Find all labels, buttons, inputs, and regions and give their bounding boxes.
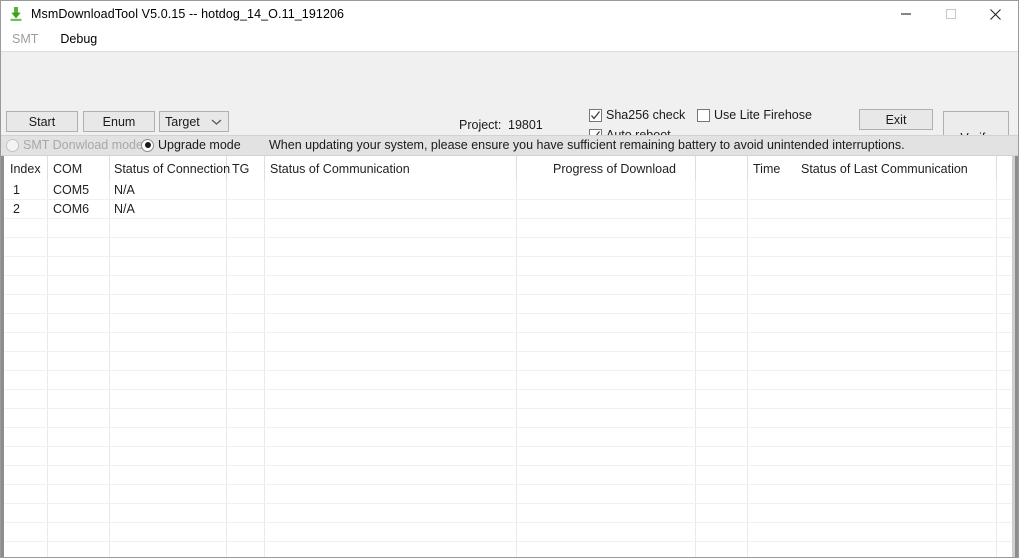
header-separator — [264, 156, 265, 181]
device-table-inner: Index COM Status of Connection TG Status… — [4, 156, 1015, 557]
table-row-empty[interactable] — [4, 219, 1015, 238]
mode-bar: SMT Donwload mode Upgrade mode When upda… — [1, 135, 1018, 156]
sha256-check-label: Sha256 check — [606, 108, 686, 122]
cell-status-connection: N/A — [114, 202, 135, 216]
maximize-icon — [945, 8, 956, 20]
column-header-tg[interactable]: TG — [232, 162, 249, 176]
header-separator — [47, 156, 48, 181]
table-row-empty[interactable] — [4, 504, 1015, 523]
table-row-empty[interactable] — [4, 485, 1015, 504]
table-row-empty[interactable] — [4, 333, 1015, 352]
smt-download-mode-radio: SMT Donwload mode — [6, 138, 143, 152]
upgrade-mode-radio[interactable]: Upgrade mode — [141, 138, 241, 152]
column-header-com[interactable]: COM — [53, 162, 82, 176]
header-separator — [747, 156, 748, 181]
column-header-time[interactable]: Time — [753, 162, 780, 176]
table-row-empty[interactable] — [4, 447, 1015, 466]
window-title: MsmDownloadTool V5.0.15 -- hotdog_14_O.1… — [31, 7, 345, 21]
table-row-empty[interactable] — [4, 371, 1015, 390]
upgrade-mode-label: Upgrade mode — [158, 138, 241, 152]
header-separator — [695, 156, 696, 181]
table-row-empty[interactable] — [4, 238, 1015, 257]
table-row[interactable]: 1 COM5 N/A — [4, 181, 1015, 200]
column-header-status-last-communication[interactable]: Status of Last Communication — [801, 162, 968, 176]
checkbox-box — [589, 108, 602, 122]
header-separator — [109, 156, 110, 181]
close-icon — [990, 8, 1001, 20]
project-label: Project: — [459, 118, 502, 132]
maximize-button[interactable] — [928, 1, 973, 27]
target-dropdown[interactable]: Target — [159, 111, 229, 132]
check-icon — [591, 110, 601, 120]
use-lite-firehose-checkbox[interactable]: Use Lite Firehose — [697, 108, 812, 122]
minimize-icon — [900, 13, 911, 15]
column-header-status-connection[interactable]: Status of Connection — [114, 162, 230, 176]
smt-download-mode-label: SMT Donwload mode — [23, 138, 143, 152]
toolbar: Start Enum Target Project: 19801 Sha256 … — [1, 52, 1018, 169]
chevron-down-icon — [211, 119, 222, 125]
title-bar: MsmDownloadTool V5.0.15 -- hotdog_14_O.1… — [1, 1, 1018, 27]
table-row-empty[interactable] — [4, 390, 1015, 409]
table-row-empty[interactable] — [4, 257, 1015, 276]
battery-notice: When updating your system, please ensure… — [269, 138, 905, 152]
table-row-empty[interactable] — [4, 523, 1015, 542]
cell-com: COM6 — [53, 202, 90, 216]
table-row-empty[interactable] — [4, 276, 1015, 295]
enum-button[interactable]: Enum — [83, 111, 155, 132]
cell-status-connection: N/A — [114, 183, 135, 197]
column-header-status-communication[interactable]: Status of Communication — [270, 162, 410, 176]
radio-circle — [141, 138, 154, 152]
download-arrow-icon — [10, 7, 22, 21]
sha256-check-checkbox[interactable]: Sha256 check — [589, 108, 685, 122]
column-header-index[interactable]: Index — [10, 162, 41, 176]
vertical-scrollbar[interactable] — [1012, 156, 1015, 557]
cell-index: 1 — [13, 183, 20, 197]
table-row-empty[interactable] — [4, 466, 1015, 485]
checkbox-box — [697, 108, 710, 122]
use-lite-firehose-label: Use Lite Firehose — [714, 108, 812, 122]
msm-download-tool-window: MsmDownloadTool V5.0.15 -- hotdog_14_O.1… — [0, 0, 1019, 558]
radio-circle — [6, 138, 19, 152]
table-row-empty[interactable] — [4, 542, 1015, 557]
device-table: Index COM Status of Connection TG Status… — [1, 156, 1018, 557]
cell-com: COM5 — [53, 183, 90, 197]
target-dropdown-label: Target — [165, 114, 200, 129]
window-controls — [883, 1, 1018, 27]
table-row[interactable]: 2 COM6 N/A — [4, 200, 1015, 219]
table-row-empty[interactable] — [4, 352, 1015, 371]
menu-item-debug[interactable]: Debug — [60, 32, 97, 46]
table-row-empty[interactable] — [4, 428, 1015, 447]
cell-index: 2 — [13, 202, 20, 216]
column-header-progress[interactable]: Progress of Download — [553, 162, 676, 176]
table-header-row: Index COM Status of Connection TG Status… — [4, 156, 1015, 181]
radio-dot — [144, 142, 151, 148]
minimize-button[interactable] — [883, 1, 928, 27]
start-button[interactable]: Start — [6, 111, 78, 132]
menu-bar: SMT Debug — [1, 27, 1018, 52]
close-button[interactable] — [973, 1, 1018, 27]
header-separator — [996, 156, 997, 181]
menu-item-smt[interactable]: SMT — [12, 32, 38, 46]
table-row-empty[interactable] — [4, 409, 1015, 428]
table-row-empty[interactable] — [4, 295, 1015, 314]
header-separator — [516, 156, 517, 181]
project-value: 19801 — [508, 118, 543, 132]
table-row-empty[interactable] — [4, 314, 1015, 333]
exit-button[interactable]: Exit — [859, 109, 933, 130]
